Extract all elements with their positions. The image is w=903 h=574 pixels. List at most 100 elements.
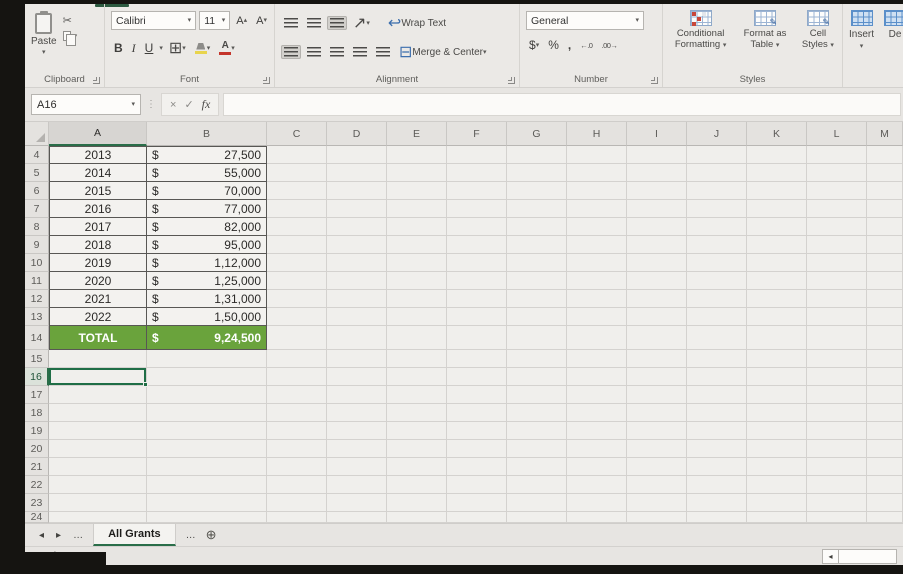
cell-G18[interactable]	[507, 404, 567, 422]
cell-A24[interactable]	[49, 512, 147, 523]
cell-I13[interactable]	[627, 308, 687, 326]
cell-H8[interactable]	[567, 218, 627, 236]
cell-B18[interactable]	[147, 404, 267, 422]
cell-L6[interactable]	[807, 182, 867, 200]
cell-M6[interactable]	[867, 182, 903, 200]
row-header-5[interactable]: 5	[25, 164, 49, 182]
increase-decimal-button[interactable]: ←.0	[577, 39, 595, 52]
cell-J8[interactable]	[687, 218, 747, 236]
orientation-button[interactable]: ↗ ▾	[350, 11, 373, 35]
cell-F16[interactable]	[447, 368, 507, 386]
cell-A17[interactable]	[49, 386, 147, 404]
cell-H15[interactable]	[567, 350, 627, 368]
cell-K15[interactable]	[747, 350, 807, 368]
cell-K16[interactable]	[747, 368, 807, 386]
column-header-L[interactable]: L	[807, 122, 867, 146]
cell-D19[interactable]	[327, 422, 387, 440]
cell-K5[interactable]	[747, 164, 807, 182]
cell-L23[interactable]	[807, 494, 867, 512]
cell-G19[interactable]	[507, 422, 567, 440]
cell-A18[interactable]	[49, 404, 147, 422]
cell-G14[interactable]	[507, 326, 567, 350]
cell-M13[interactable]	[867, 308, 903, 326]
cell-C22[interactable]	[267, 476, 327, 494]
cell-G6[interactable]	[507, 182, 567, 200]
cell-H19[interactable]	[567, 422, 627, 440]
cell-K8[interactable]	[747, 218, 807, 236]
cell-J21[interactable]	[687, 458, 747, 476]
cell-E14[interactable]	[387, 326, 447, 350]
font-dialog-launcher[interactable]	[263, 77, 270, 84]
cell-K19[interactable]	[747, 422, 807, 440]
row-header-11[interactable]: 11	[25, 272, 49, 290]
cell-C18[interactable]	[267, 404, 327, 422]
cell-G8[interactable]	[507, 218, 567, 236]
cell-J14[interactable]	[687, 326, 747, 350]
row-header-19[interactable]: 19	[25, 422, 49, 440]
cell-H16[interactable]	[567, 368, 627, 386]
alignment-dialog-launcher[interactable]	[508, 77, 515, 84]
cell-B22[interactable]	[147, 476, 267, 494]
cell-L24[interactable]	[807, 512, 867, 523]
cell-H11[interactable]	[567, 272, 627, 290]
cell-A8[interactable]: 2017	[49, 218, 147, 236]
cell-C10[interactable]	[267, 254, 327, 272]
column-header-D[interactable]: D	[327, 122, 387, 146]
row-header-12[interactable]: 12	[25, 290, 49, 308]
borders-button[interactable]: ⊞ ▾	[166, 36, 189, 60]
cell-D8[interactable]	[327, 218, 387, 236]
italic-button[interactable]: I	[129, 39, 139, 58]
new-sheet-button[interactable]: ⊕	[206, 524, 217, 546]
column-header-G[interactable]: G	[507, 122, 567, 146]
cell-B7[interactable]: $77,000	[147, 200, 267, 218]
cell-L22[interactable]	[807, 476, 867, 494]
cell-M16[interactable]	[867, 368, 903, 386]
cell-I19[interactable]	[627, 422, 687, 440]
cell-B23[interactable]	[147, 494, 267, 512]
cell-H6[interactable]	[567, 182, 627, 200]
cell-A15[interactable]	[49, 350, 147, 368]
sheet-overflow-left[interactable]: …	[73, 530, 83, 541]
cell-K21[interactable]	[747, 458, 807, 476]
cell-C8[interactable]	[267, 218, 327, 236]
align-top-button[interactable]	[281, 16, 301, 30]
cell-G10[interactable]	[507, 254, 567, 272]
cell-E7[interactable]	[387, 200, 447, 218]
cell-E21[interactable]	[387, 458, 447, 476]
cell-E6[interactable]	[387, 182, 447, 200]
cell-G12[interactable]	[507, 290, 567, 308]
cell-K17[interactable]	[747, 386, 807, 404]
cell-B5[interactable]: $55,000	[147, 164, 267, 182]
cell-D9[interactable]	[327, 236, 387, 254]
cell-G4[interactable]	[507, 146, 567, 164]
scrollbar-track[interactable]	[839, 548, 897, 564]
cell-E5[interactable]	[387, 164, 447, 182]
cell-F17[interactable]	[447, 386, 507, 404]
cell-G11[interactable]	[507, 272, 567, 290]
cell-I16[interactable]	[627, 368, 687, 386]
cell-E4[interactable]	[387, 146, 447, 164]
cell-I11[interactable]	[627, 272, 687, 290]
cell-M20[interactable]	[867, 440, 903, 458]
row-header-14[interactable]: 14	[25, 326, 49, 350]
cell-L10[interactable]	[807, 254, 867, 272]
cell-F20[interactable]	[447, 440, 507, 458]
row-header-6[interactable]: 6	[25, 182, 49, 200]
cell-F14[interactable]	[447, 326, 507, 350]
cell-D17[interactable]	[327, 386, 387, 404]
cell-F10[interactable]	[447, 254, 507, 272]
wrap-text-button[interactable]: ↩ Wrap Text	[385, 11, 449, 35]
paste-button[interactable]: Paste ▾	[31, 11, 57, 73]
font-size-combo[interactable]: 11 ▾	[199, 11, 231, 30]
cell-I5[interactable]	[627, 164, 687, 182]
cell-I18[interactable]	[627, 404, 687, 422]
cell-C16[interactable]	[267, 368, 327, 386]
cell-K23[interactable]	[747, 494, 807, 512]
cell-A10[interactable]: 2019	[49, 254, 147, 272]
cell-I23[interactable]	[627, 494, 687, 512]
delete-cells-button[interactable]: De	[884, 10, 903, 73]
align-left-button[interactable]	[281, 45, 301, 59]
cell-I21[interactable]	[627, 458, 687, 476]
column-header-B[interactable]: B	[147, 122, 267, 146]
row-header-9[interactable]: 9	[25, 236, 49, 254]
